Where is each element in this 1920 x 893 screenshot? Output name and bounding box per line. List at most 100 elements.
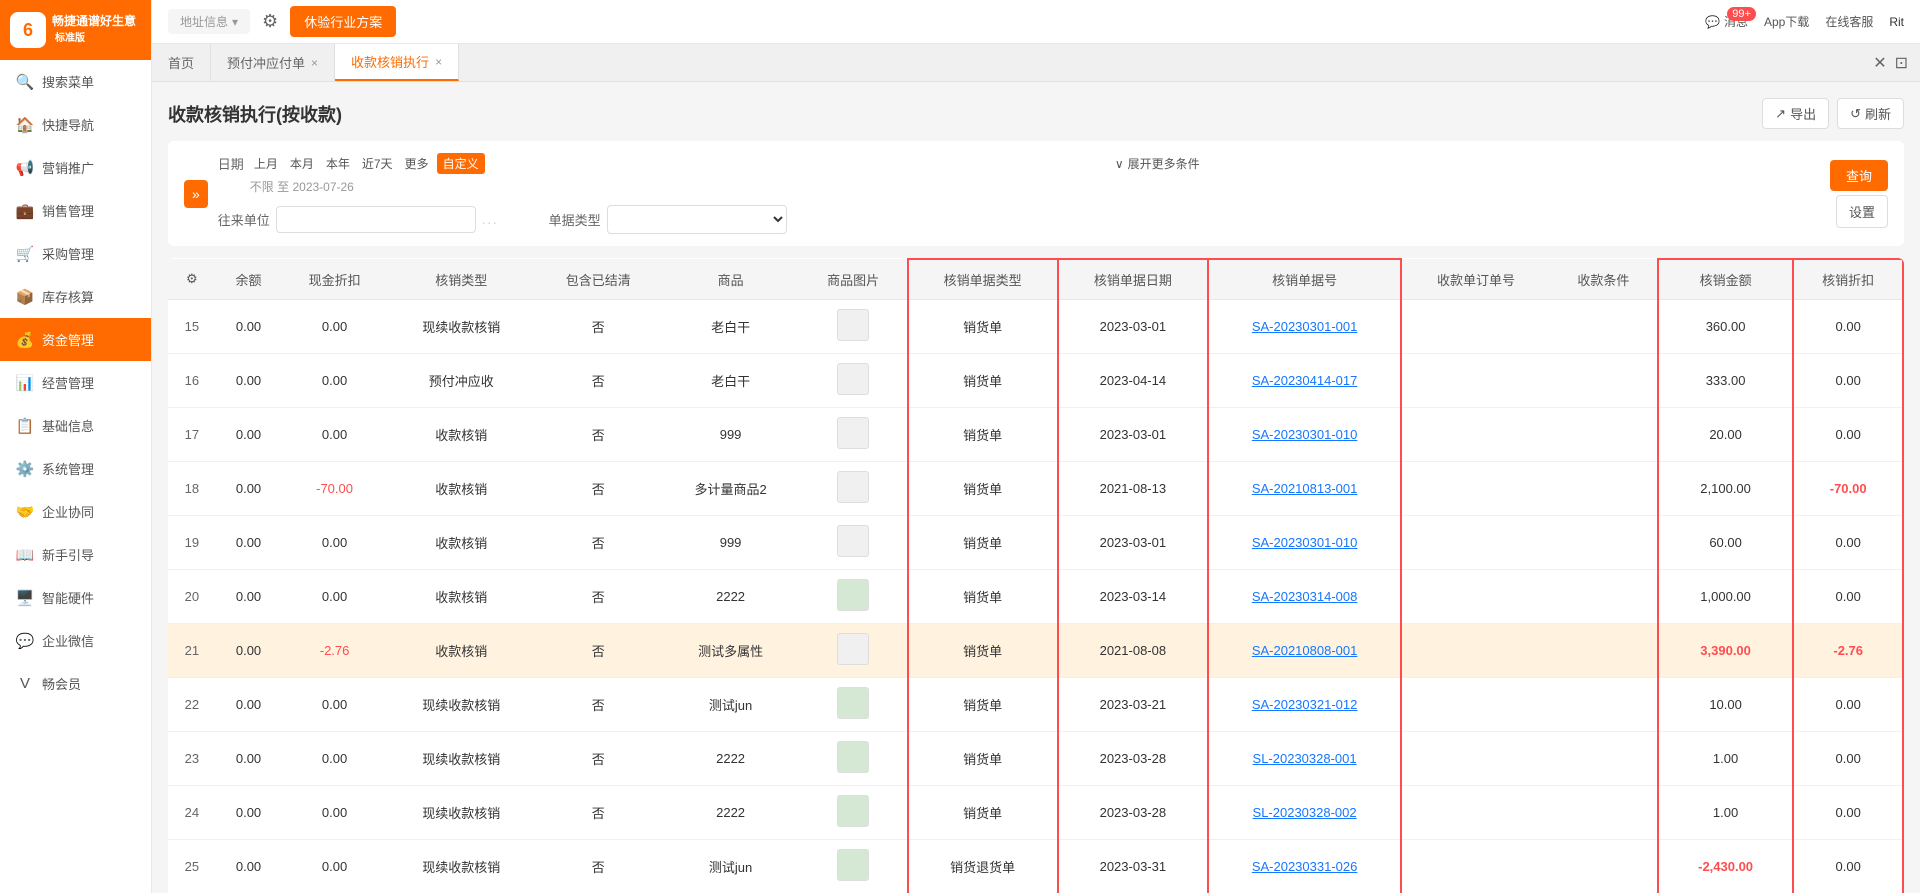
user-info[interactable]: Rit (1889, 15, 1904, 29)
row-amount: 10.00 (1658, 678, 1794, 732)
sidebar-item-operations[interactable]: 📊 经营管理 (0, 361, 151, 404)
sidebar-item-member[interactable]: V 畅会员 (0, 662, 151, 705)
row-doc-no[interactable]: SA-20210813-001 (1208, 462, 1401, 516)
sidebar-item-finance[interactable]: 💰 资金管理 (0, 318, 151, 361)
setting-btn[interactable]: 设置 (1836, 195, 1888, 228)
tab-prepay[interactable]: 预付冲应付单 × (211, 44, 335, 81)
refresh-btn[interactable]: ↺ 刷新 (1837, 98, 1904, 129)
app-download-link[interactable]: App下载 (1764, 13, 1809, 30)
doc-no-link[interactable]: SA-20210808-001 (1252, 643, 1358, 658)
row-doc-no[interactable]: SA-20230301-001 (1208, 300, 1401, 354)
expand-more-area: ∨ 展开更多条件 (495, 155, 1820, 172)
sidebar-item-sales[interactable]: 💼 销售管理 (0, 189, 151, 232)
row-balance: 0.00 (216, 300, 282, 354)
th-settings[interactable]: ⚙ (168, 259, 216, 300)
row-num: 25 (168, 840, 216, 893)
doc-no-link[interactable]: SA-20230331-026 (1252, 859, 1358, 874)
page-actions: ↗ 导出 ↺ 刷新 (1762, 98, 1904, 129)
doc-no-link[interactable]: SL-20230328-002 (1253, 805, 1357, 820)
settings-icon[interactable]: ⚙ (262, 11, 278, 32)
row-amount: 20.00 (1658, 408, 1794, 462)
row-include-settled: 否 (535, 840, 662, 893)
sidebar-item-inventory[interactable]: 📦 库存核算 (0, 275, 151, 318)
query-btn[interactable]: 查询 (1830, 160, 1888, 191)
row-doc-no[interactable]: SL-20230328-002 (1208, 786, 1401, 840)
partner-input[interactable] (276, 206, 476, 233)
partner-dots[interactable]: ... (482, 212, 499, 227)
doc-no-link[interactable]: SA-20230301-010 (1252, 427, 1358, 442)
sidebar-item-hardware[interactable]: 🖥️ 智能硬件 (0, 576, 151, 619)
sidebar-item-guide[interactable]: 📖 新手引导 (0, 533, 151, 576)
row-doc-no[interactable]: SA-20230314-008 (1208, 570, 1401, 624)
doc-no-link[interactable]: SA-20230414-017 (1252, 373, 1358, 388)
row-include-settled: 否 (535, 462, 662, 516)
row-order-no (1401, 570, 1550, 624)
date-this-month[interactable]: 本月 (286, 153, 318, 174)
row-doc-no[interactable]: SA-20230321-012 (1208, 678, 1401, 732)
export-btn[interactable]: ↗ 导出 (1762, 98, 1829, 129)
close-tab-btn[interactable]: ✕ (1873, 53, 1886, 73)
row-doc-no[interactable]: SL-20230328-001 (1208, 732, 1401, 786)
sidebar-item-basic[interactable]: 📋 基础信息 (0, 404, 151, 447)
row-doc-no[interactable]: SA-20210808-001 (1208, 624, 1401, 678)
address-selector[interactable]: 地址信息 ▾ (168, 9, 250, 34)
row-doc-type: 销货单 (908, 354, 1058, 408)
row-doc-type: 销货单 (908, 570, 1058, 624)
row-amount: 1.00 (1658, 786, 1794, 840)
doc-no-link[interactable]: SA-20230321-012 (1252, 697, 1358, 712)
doc-no-link[interactable]: SA-20230301-001 (1252, 319, 1358, 334)
row-doc-date: 2023-03-01 (1058, 300, 1208, 354)
doc-no-link[interactable]: SA-20230301-010 (1252, 535, 1358, 550)
date-more[interactable]: 更多 (401, 153, 433, 174)
row-doc-no[interactable]: SA-20230301-010 (1208, 408, 1401, 462)
date-last-month[interactable]: 上月 (250, 153, 282, 174)
online-service-link[interactable]: 在线客服 (1825, 13, 1873, 30)
partner-label: 往来单位 (218, 210, 270, 229)
th-doc-type: 核销单据类型 (908, 259, 1058, 300)
member-icon: V (16, 675, 34, 693)
sidebar: 6 畅捷通谱好生意 标准版 🔍 搜索菜单 🏠 快捷导航 📢 营销推广 💼 销售管… (0, 0, 152, 893)
row-doc-no[interactable]: SA-20230331-026 (1208, 840, 1401, 893)
filter-expand-btn[interactable]: » (184, 180, 208, 208)
date-custom[interactable]: 自定义 (437, 153, 485, 174)
date-7days[interactable]: 近7天 (358, 153, 397, 174)
sidebar-item-marketing[interactable]: 📢 营销推广 (0, 146, 151, 189)
sidebar-label-member: 畅会员 (42, 674, 81, 693)
tab-receivable[interactable]: 收款核销执行× (335, 44, 459, 81)
sidebar-label-operations: 经营管理 (42, 373, 94, 392)
doc-no-link[interactable]: SA-20210813-001 (1252, 481, 1358, 496)
date-this-year[interactable]: 本年 (322, 153, 354, 174)
table-row: 24 0.00 0.00 现续收款核销 否 2222 销货单 2023-03-2… (168, 786, 1903, 840)
tab-close-receivable[interactable]: × (435, 55, 442, 69)
tab-close-prepay[interactable]: × (311, 56, 318, 70)
expand-more-btn[interactable]: ∨ 展开更多条件 (1115, 155, 1200, 172)
row-writeoff-type: 收款核销 (388, 570, 535, 624)
doctype-select[interactable] (607, 205, 787, 234)
sidebar-item-shortcut[interactable]: 🏠 快捷导航 (0, 103, 151, 146)
date-range-display: 不限 至 2023-07-26 (218, 178, 1820, 195)
row-writeoff-type: 预付冲应收 (388, 354, 535, 408)
sidebar-item-cooperation[interactable]: 🤝 企业协同 (0, 490, 151, 533)
sidebar-item-search[interactable]: 🔍 搜索菜单 (0, 60, 151, 103)
row-doc-no[interactable]: SA-20230301-010 (1208, 516, 1401, 570)
tab-label-prepay: 预付冲应付单 (227, 53, 305, 72)
doc-no-link[interactable]: SL-20230328-001 (1253, 751, 1357, 766)
row-cash-discount: 0.00 (281, 408, 387, 462)
refresh-icon: ↺ (1850, 106, 1861, 122)
sidebar-label-sales: 销售管理 (42, 201, 94, 220)
sidebar-item-purchase[interactable]: 🛒 采购管理 (0, 232, 151, 275)
product-img (837, 471, 869, 503)
tab-home[interactable]: 首页 (152, 44, 211, 81)
doc-no-link[interactable]: SA-20230314-008 (1252, 589, 1358, 604)
data-table-container: ⚙ 余额 现金折扣 核销类型 包含已结清 商品 商品图片 核销单据类型 核销单据… (168, 258, 1904, 893)
message-center[interactable]: 💬 消息 99+ (1705, 13, 1748, 30)
table-row: 16 0.00 0.00 预付冲应收 否 老白干 销货单 2023-04-14 … (168, 354, 1903, 408)
row-cash-discount: 0.00 (281, 840, 387, 893)
sidebar-item-system[interactable]: ⚙️ 系统管理 (0, 447, 151, 490)
row-doc-no[interactable]: SA-20230414-017 (1208, 354, 1401, 408)
industry-btn[interactable]: 休验行业方案 (290, 6, 396, 37)
maximize-btn[interactable]: ⊡ (1895, 53, 1908, 73)
row-writeoff-type: 收款核销 (388, 408, 535, 462)
expand-icon: ∨ (1115, 157, 1124, 171)
sidebar-item-wechat[interactable]: 💬 企业微信 (0, 619, 151, 662)
